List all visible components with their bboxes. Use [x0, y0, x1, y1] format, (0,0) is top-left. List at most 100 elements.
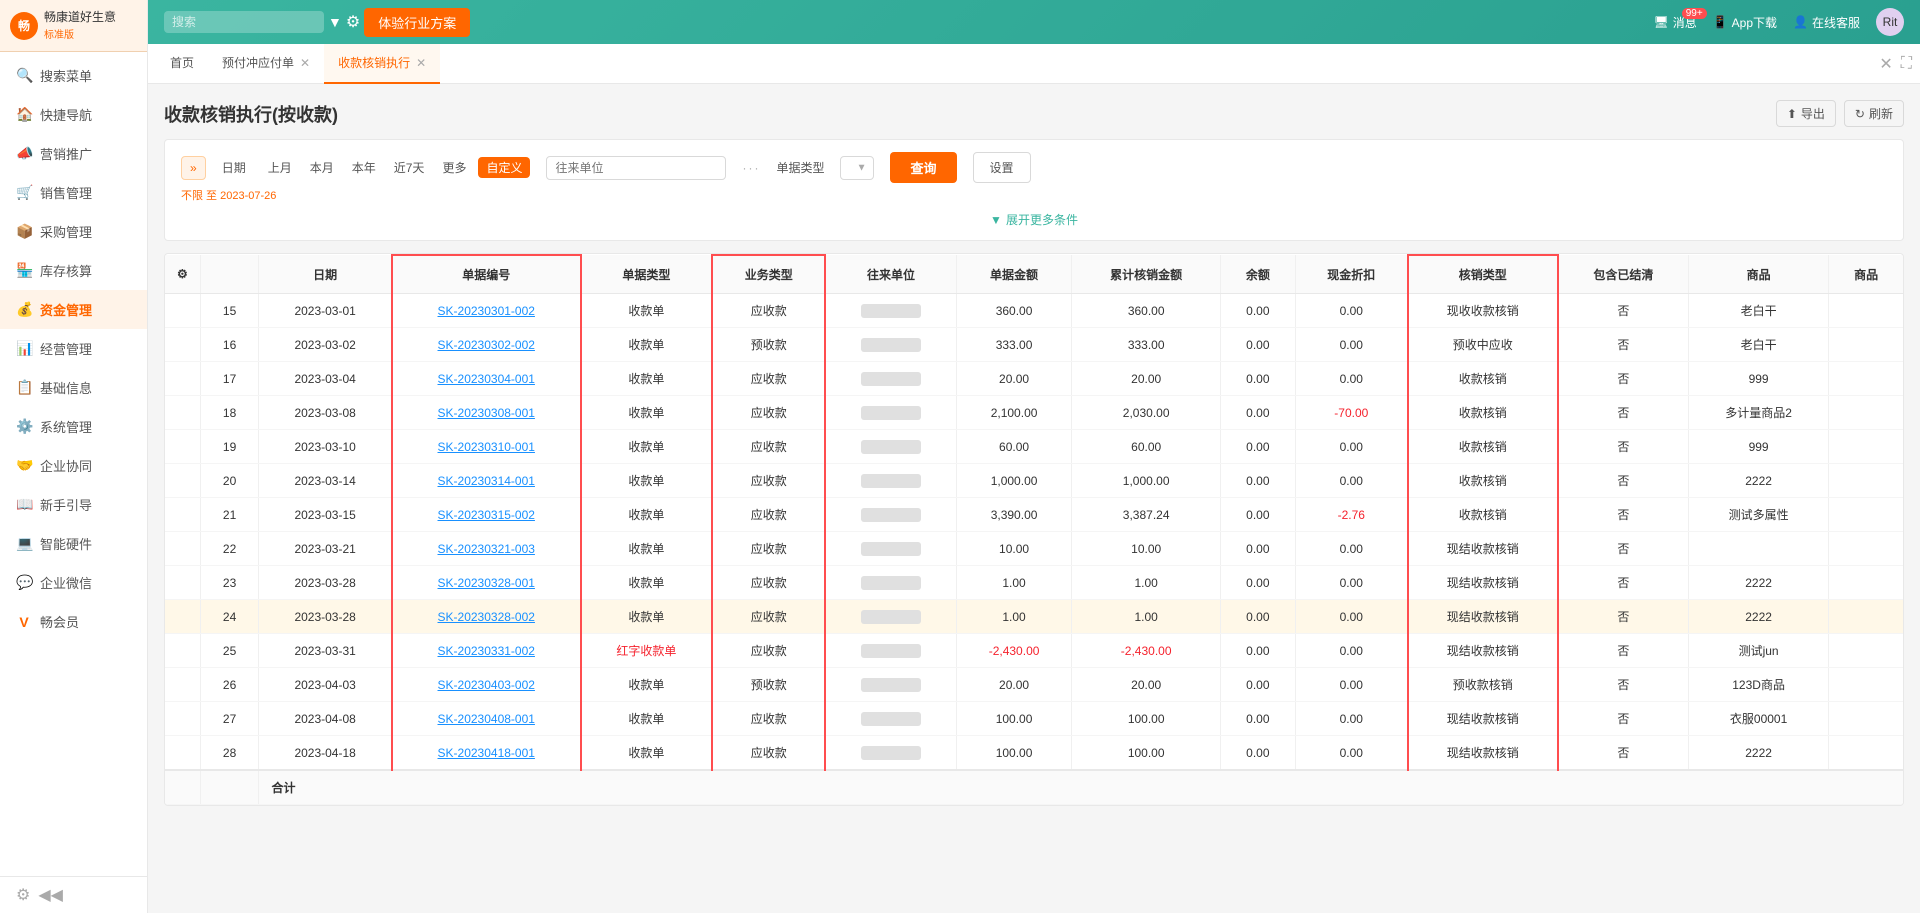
table-row[interactable]: 16 2023-03-02 SK-20230302-002 收款单 预收款 33… — [165, 328, 1903, 362]
col-header-gear[interactable]: ⚙ — [165, 255, 200, 294]
tabs-bar: 首页 预付冲应付单 ✕ 收款核销执行 ✕ ✕ ⛶ — [148, 44, 1920, 84]
cell-doc-type: 收款单 — [581, 498, 713, 532]
cell-unit — [825, 668, 956, 702]
cell-doc-no[interactable]: SK-20230408-001 — [392, 702, 581, 736]
refresh-icon: ↻ — [1855, 107, 1865, 121]
sidebar-item-marketing[interactable]: 📣 营销推广 — [0, 134, 147, 173]
sidebar-item-system[interactable]: ⚙️ 系统管理 — [0, 407, 147, 446]
online-service-btn[interactable]: 👤 在线客服 — [1793, 14, 1860, 31]
cell-doc-no[interactable]: SK-20230403-002 — [392, 668, 581, 702]
table-row[interactable]: 26 2023-04-03 SK-20230403-002 收款单 预收款 20… — [165, 668, 1903, 702]
solution-btn[interactable]: 体验行业方案 — [364, 8, 470, 37]
sidebar-item-basic[interactable]: 📋 基础信息 — [0, 368, 147, 407]
sidebar-item-wechat[interactable]: 💬 企业微信 — [0, 563, 147, 602]
sidebar-item-hardware[interactable]: 💻 智能硬件 — [0, 524, 147, 563]
cell-product2 — [1829, 430, 1903, 464]
cell-cash-discount: 0.00 — [1295, 464, 1407, 498]
tab-advance[interactable]: 预付冲应付单 ✕ — [208, 44, 324, 84]
cell-doc-no[interactable]: SK-20230310-001 — [392, 430, 581, 464]
cell-doc-no[interactable]: SK-20230304-001 — [392, 362, 581, 396]
cell-doc-no[interactable]: SK-20230328-001 — [392, 566, 581, 600]
topbar-message-btn[interactable]: 🖥 消息 99+ — [1653, 14, 1696, 31]
table-row[interactable]: 20 2023-03-14 SK-20230314-001 收款单 应收款 1,… — [165, 464, 1903, 498]
topbar-dropdown-btn[interactable]: ▼ — [328, 14, 342, 30]
cell-cancel-amount: 2,030.00 — [1072, 396, 1220, 430]
filter-unit-input[interactable] — [546, 156, 726, 180]
tab-maximize-btn[interactable]: ⛶ — [1901, 54, 1912, 74]
table-row[interactable]: 18 2023-03-08 SK-20230308-001 收款单 应收款 2,… — [165, 396, 1903, 430]
cell-cash-discount: 0.00 — [1295, 702, 1407, 736]
cell-doc-no[interactable]: SK-20230328-002 — [392, 600, 581, 634]
cell-include-settled: 否 — [1558, 328, 1689, 362]
cell-doc-type: 收款单 — [581, 430, 713, 464]
table-row[interactable]: 21 2023-03-15 SK-20230315-002 收款单 应收款 3,… — [165, 498, 1903, 532]
collapse-icon[interactable]: ◀◀ — [38, 885, 63, 905]
table-row[interactable]: 19 2023-03-10 SK-20230310-001 收款单 应收款 60… — [165, 430, 1903, 464]
cell-cancel-type: 现结收款核销 — [1408, 634, 1558, 668]
sidebar-item-inventory[interactable]: 🏪 库存核算 — [0, 251, 147, 290]
cell-product: 999 — [1688, 430, 1828, 464]
sidebar-item-sales[interactable]: 🛒 销售管理 — [0, 173, 147, 212]
sidebar-item-member[interactable]: V 畅会员 — [0, 602, 147, 641]
cell-gear — [165, 294, 200, 328]
sidebar-item-shortcut[interactable]: 🏠 快捷导航 — [0, 95, 147, 134]
tab-advance-close[interactable]: ✕ — [300, 56, 310, 70]
cell-doc-no[interactable]: SK-20230301-002 — [392, 294, 581, 328]
tab-receipt-cancel-close[interactable]: ✕ — [416, 56, 426, 70]
sidebar-item-search[interactable]: 🔍 搜索菜单 — [0, 56, 147, 95]
tab-receipt-cancel[interactable]: 收款核销执行 ✕ — [324, 44, 440, 84]
filter-expand-btn[interactable]: ▼ 展开更多条件 — [990, 211, 1078, 228]
filter-type-select[interactable] — [840, 156, 874, 180]
table-row[interactable]: 24 2023-03-28 SK-20230328-002 收款单 应收款 1.… — [165, 600, 1903, 634]
cell-doc-type: 收款单 — [581, 294, 713, 328]
filter-date-last-month[interactable]: 上月 — [262, 157, 298, 178]
sidebar-item-purchase[interactable]: 📦 采购管理 — [0, 212, 147, 251]
table-row[interactable]: 22 2023-03-21 SK-20230321-003 收款单 应收款 10… — [165, 532, 1903, 566]
refresh-btn[interactable]: ↻ 刷新 — [1844, 100, 1904, 127]
cell-doc-no[interactable]: SK-20230331-002 — [392, 634, 581, 668]
user-avatar[interactable]: Rit — [1876, 8, 1904, 36]
app-download-btn[interactable]: 📱 App下载 — [1713, 14, 1777, 31]
cell-doc-no[interactable]: SK-20230418-001 — [392, 736, 581, 771]
cell-biz-type: 应收款 — [712, 294, 825, 328]
filter-date-more[interactable]: 更多 — [436, 157, 472, 178]
table-row[interactable]: 17 2023-03-04 SK-20230304-001 收款单 应收款 20… — [165, 362, 1903, 396]
cell-doc-no[interactable]: SK-20230321-003 — [392, 532, 581, 566]
cell-doc-no[interactable]: SK-20230314-001 — [392, 464, 581, 498]
cell-doc-no[interactable]: SK-20230302-002 — [392, 328, 581, 362]
tab-close-all-btn[interactable]: ✕ — [1879, 54, 1892, 74]
sidebar-item-finance[interactable]: 💰 资金管理 — [0, 290, 147, 329]
cell-index: 15 — [200, 294, 259, 328]
cell-doc-no[interactable]: SK-20230308-001 — [392, 396, 581, 430]
filter-date-this-month[interactable]: 本月 — [304, 157, 340, 178]
table-row[interactable]: 23 2023-03-28 SK-20230328-001 收款单 应收款 1.… — [165, 566, 1903, 600]
sidebar-item-guide[interactable]: 📖 新手引导 — [0, 485, 147, 524]
filter-date-this-year[interactable]: 本年 — [346, 157, 382, 178]
cell-unit — [825, 362, 956, 396]
filter-custom-btn[interactable]: 自定义 — [478, 157, 530, 178]
topbar-gear-btn[interactable]: ⚙ — [346, 12, 360, 32]
filter-collapse-btn[interactable]: » — [181, 156, 206, 180]
cell-gear — [165, 634, 200, 668]
purchase-icon: 📦 — [16, 223, 32, 240]
table-row[interactable]: 28 2023-04-18 SK-20230418-001 收款单 应收款 10… — [165, 736, 1903, 771]
cell-doc-no[interactable]: SK-20230315-002 — [392, 498, 581, 532]
cooperation-icon: 🤝 — [16, 457, 32, 474]
settings-icon[interactable]: ⚙ — [16, 885, 30, 905]
filter-query-btn[interactable]: 查询 — [890, 152, 956, 183]
topbar-search-input[interactable] — [164, 11, 324, 33]
filter-date-7days[interactable]: 近7天 — [388, 157, 431, 178]
cell-gear — [165, 702, 200, 736]
table-container: ⚙ 日期 单据编号 单据类型 业务类型 往来单位 单据金额 累计核销金额 余额 … — [164, 253, 1904, 806]
tab-home[interactable]: 首页 — [156, 44, 208, 84]
topbar-right: 🖥 消息 99+ 📱 App下载 👤 在线客服 Rit — [1653, 8, 1904, 36]
filter-settings-btn[interactable]: 设置 — [973, 152, 1031, 183]
table-row[interactable]: 27 2023-04-08 SK-20230408-001 收款单 应收款 10… — [165, 702, 1903, 736]
cell-amount: 3,390.00 — [956, 498, 1072, 532]
export-btn[interactable]: ⬆ 导出 — [1776, 100, 1836, 127]
table-row[interactable]: 15 2023-03-01 SK-20230301-002 收款单 应收款 36… — [165, 294, 1903, 328]
cell-date: 2023-03-28 — [259, 566, 392, 600]
table-row[interactable]: 25 2023-03-31 SK-20230331-002 红字收款单 应收款 … — [165, 634, 1903, 668]
sidebar-item-cooperation[interactable]: 🤝 企业协同 — [0, 446, 147, 485]
sidebar-item-operation[interactable]: 📊 经营管理 — [0, 329, 147, 368]
